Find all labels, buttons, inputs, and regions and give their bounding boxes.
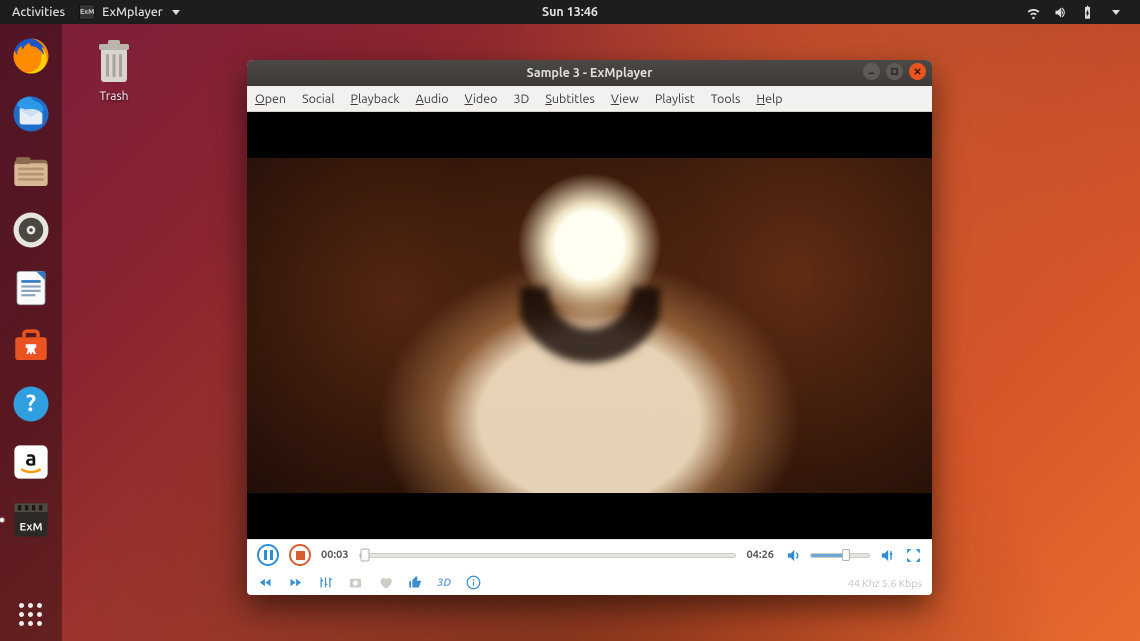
video-area[interactable]	[247, 112, 932, 539]
info-button[interactable]	[465, 575, 481, 591]
equalizer-button[interactable]	[317, 575, 333, 591]
svg-text:A: A	[26, 341, 36, 357]
stop-button[interactable]	[289, 544, 311, 566]
show-applications-button[interactable]	[0, 589, 62, 641]
volume-slider[interactable]	[810, 553, 870, 558]
window-minimize-button[interactable]	[863, 63, 880, 80]
exmplayer-indicator-icon: ExM	[79, 4, 95, 20]
dock-libreoffice-writer[interactable]	[7, 264, 55, 312]
dock-rhythmbox[interactable]	[7, 206, 55, 254]
menu-playback[interactable]: Playback	[350, 92, 399, 106]
like-button[interactable]	[407, 575, 423, 591]
dock-exmplayer[interactable]: ExM	[7, 496, 55, 544]
window-title: Sample 3 - ExMplayer	[527, 66, 653, 80]
dock-files[interactable]	[7, 148, 55, 196]
network-wifi-icon[interactable]	[1026, 5, 1041, 20]
menu-tools[interactable]: Tools	[711, 92, 741, 106]
app-menu-label: ExMplayer	[102, 5, 163, 19]
window-titlebar[interactable]: Sample 3 - ExMplayer	[247, 60, 932, 86]
dock-thunderbird[interactable]	[7, 90, 55, 138]
system-menu-chevron-icon[interactable]	[1107, 5, 1122, 20]
menu-video[interactable]: Video	[465, 92, 498, 106]
svg-text:?: ?	[26, 391, 36, 416]
favorite-button[interactable]	[377, 575, 393, 591]
window-maximize-button[interactable]	[886, 63, 903, 80]
chevron-down-icon	[172, 10, 180, 15]
menubar: Open Social Playback Audio Video 3D Subt…	[247, 86, 932, 112]
forward-button[interactable]	[287, 575, 303, 591]
dock-software[interactable]: A	[7, 322, 55, 370]
seek-thumb[interactable]	[360, 549, 369, 562]
app-menu-indicator[interactable]: ExM ExMplayer	[79, 4, 180, 20]
panel-clock[interactable]: Sun 13:46	[542, 5, 598, 19]
dock-amazon[interactable]: a	[7, 438, 55, 486]
menu-open[interactable]: Open	[255, 92, 286, 106]
top-panel: Activities ExM ExMplayer Sun 13:46	[0, 0, 1140, 24]
mute-button[interactable]	[784, 546, 802, 564]
menu-help[interactable]: Help	[756, 92, 782, 106]
rewind-button[interactable]	[257, 575, 273, 591]
svg-text:ExM: ExM	[19, 521, 42, 534]
desktop-trash-label: Trash	[78, 90, 150, 103]
stream-status: 44 Khz 5.6 Kbps	[848, 577, 922, 589]
battery-icon[interactable]	[1080, 5, 1095, 20]
trash-icon	[93, 38, 135, 86]
menu-playlist[interactable]: Playlist	[655, 92, 695, 106]
desktop-trash[interactable]: Trash	[78, 38, 150, 103]
volume-icon[interactable]	[1053, 5, 1068, 20]
window-close-button[interactable]	[909, 63, 926, 80]
3d-toggle-button[interactable]: 3D	[437, 577, 451, 589]
dock-firefox[interactable]	[7, 32, 55, 80]
player-controls: 00:03 04:26 3D 44 Khz 5.6 Kbps	[247, 539, 932, 595]
dock-help[interactable]: ?	[7, 380, 55, 428]
exmplayer-window: Sample 3 - ExMplayer Open Social Playbac…	[247, 60, 932, 595]
volume-boost-button[interactable]	[878, 546, 896, 564]
activities-button[interactable]: Activities	[12, 5, 65, 19]
screenshot-button[interactable]	[347, 575, 363, 591]
seek-slider[interactable]	[359, 550, 737, 560]
pause-button[interactable]	[257, 544, 279, 566]
apps-grid-icon	[19, 603, 43, 627]
menu-subtitles[interactable]: Subtitles	[545, 92, 594, 106]
time-total: 04:26	[746, 549, 774, 561]
menu-3d[interactable]: 3D	[513, 92, 529, 106]
svg-text:a: a	[25, 446, 36, 470]
video-frame	[247, 158, 932, 493]
fullscreen-button[interactable]	[904, 546, 922, 564]
dock: A ? a ExM	[0, 24, 62, 641]
menu-social[interactable]: Social	[302, 92, 334, 106]
menu-audio[interactable]: Audio	[416, 92, 449, 106]
time-current: 00:03	[321, 549, 349, 561]
menu-view[interactable]: View	[611, 92, 639, 106]
